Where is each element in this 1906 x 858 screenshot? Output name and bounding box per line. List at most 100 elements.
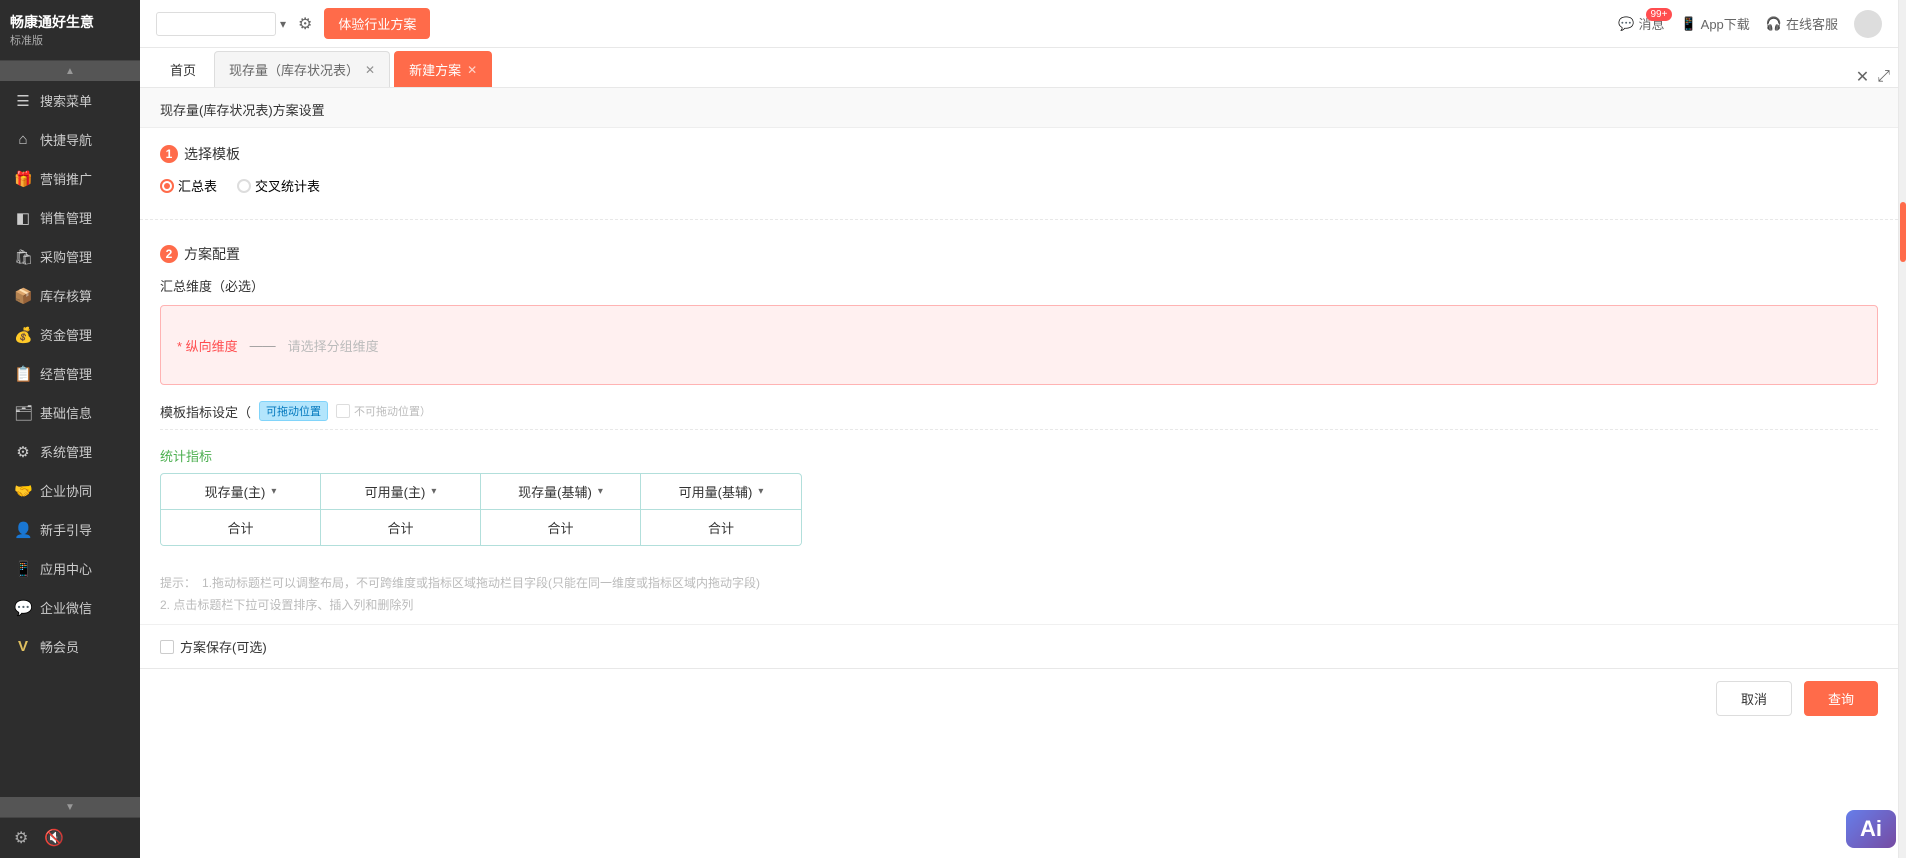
search-dropdown[interactable]: ▾ — [280, 17, 286, 31]
radio-crosstab-circle — [237, 179, 251, 193]
sidebar-item-purchase[interactable]: 🛍 采购管理 — [0, 237, 140, 276]
sidebar-item-label: 系统管理 — [40, 442, 92, 461]
sidebar-item-quick-nav[interactable]: ⌂ 快捷导航 — [0, 120, 140, 159]
save-plan-checkbox[interactable] — [160, 640, 174, 654]
no-drag-icon — [336, 404, 350, 418]
page-title: 现存量(库存状况表)方案设置 — [160, 103, 325, 118]
col4-dropdown-icon[interactable]: ▾ — [758, 486, 763, 497]
sidebar-item-newuser[interactable]: 👤 新手引导 — [0, 510, 140, 549]
sidebar: 畅康通好生意 标准版 ▲ ☰ 搜索菜单 ⌂ 快捷导航 🎁 营销推广 ◧ 销售管理… — [0, 0, 140, 858]
sidebar-scroll-up[interactable]: ▲ — [0, 61, 140, 81]
sidebar-item-search-menu[interactable]: ☰ 搜索菜单 — [0, 81, 140, 120]
sidebar-item-sales[interactable]: ◧ 销售管理 — [0, 198, 140, 237]
app-download-btn[interactable]: 📱 App下载 — [1680, 14, 1749, 33]
tab-inventory-status[interactable]: 现存量（库存状况表） ✕ — [214, 51, 390, 87]
settings-icon[interactable]: ⚙ — [14, 828, 28, 848]
right-scroll-thumb[interactable] — [1900, 202, 1906, 262]
close-icon[interactable]: ✕ — [1856, 67, 1869, 87]
step1-title: 1 选择模板 — [160, 144, 1878, 164]
stats-header-col3[interactable]: 现存量(基辅) ▾ — [481, 474, 641, 509]
gear-icon[interactable]: ⚙ — [298, 14, 312, 34]
sidebar-nav: ☰ 搜索菜单 ⌂ 快捷导航 🎁 营销推广 ◧ 销售管理 🛍 采购管理 📦 库存核… — [0, 81, 140, 797]
col1-dropdown-icon[interactable]: ▾ — [271, 486, 276, 497]
tip-line2: 2. 点击标题栏下拉可设置排序、插入列和删除列 — [160, 595, 1878, 617]
tips-section: 提示： 1.拖动标题栏可以调整布局，不可跨维度或指标区域拖动栏目字段(只能在同一… — [140, 565, 1898, 624]
query-button[interactable]: 查询 — [1804, 681, 1878, 716]
tab-new-plan[interactable]: 新建方案 ✕ — [394, 51, 492, 87]
sidebar-item-label: 销售管理 — [40, 208, 92, 227]
col3-label: 现存量(基辅) — [518, 482, 592, 501]
col2-label: 可用量(主) — [365, 482, 426, 501]
stats-header-col2[interactable]: 可用量(主) ▾ — [321, 474, 481, 509]
search-input[interactable] — [156, 12, 276, 36]
tab-inventory-close[interactable]: ✕ — [365, 63, 375, 77]
industry-btn[interactable]: 体验行业方案 — [324, 8, 430, 39]
divider2 — [160, 429, 1878, 430]
sidebar-item-marketing[interactable]: 🎁 营销推广 — [0, 159, 140, 198]
sidebar-item-basic-info[interactable]: 🗂 基础信息 — [0, 393, 140, 432]
sidebar-item-inventory[interactable]: 📦 库存核算 — [0, 276, 140, 315]
stats-body-row: 合计 合计 合计 合计 — [161, 509, 801, 545]
app-download-label: App下载 — [1701, 14, 1750, 33]
mute-icon[interactable]: 🔇 — [44, 828, 64, 848]
step1-label: 选择模板 — [184, 144, 240, 164]
stats-section-label: 统计指标 — [160, 446, 1878, 465]
radio-crosstab[interactable]: 交叉统计表 — [237, 176, 320, 195]
cancel-button[interactable]: 取消 — [1716, 681, 1792, 716]
pink-box: * 纵向维度 —— 请选择分组维度 — [160, 305, 1878, 385]
finance-icon: 💰 — [14, 326, 32, 344]
stats-table: 现存量(主) ▾ 可用量(主) ▾ 现存量(基辅) ▾ 可用量(基辅) ▾ — [160, 473, 802, 546]
service-icon: 🎧 — [1766, 16, 1782, 32]
sidebar-item-label: 搜索菜单 — [40, 91, 92, 110]
message-btn[interactable]: 💬 消息 99+ — [1618, 14, 1664, 33]
col3-dropdown-icon[interactable]: ▾ — [598, 486, 603, 497]
right-scrollbar[interactable] — [1898, 0, 1906, 858]
app-logo: 畅康通好生意 标准版 — [0, 0, 140, 61]
tab-new-plan-close[interactable]: ✕ — [467, 63, 477, 77]
stats-header-col1[interactable]: 现存量(主) ▾ — [161, 474, 321, 509]
step2-section: 2 方案配置 汇总维度（必选） * 纵向维度 —— 请选择分组维度 模板指标设定… — [140, 236, 1898, 565]
sidebar-item-biz[interactable]: 📋 经营管理 — [0, 354, 140, 393]
sidebar-item-label: 企业微信 — [40, 598, 92, 617]
sidebar-item-appcenter[interactable]: 📱 应用中心 — [0, 549, 140, 588]
tab-inventory-label: 现存量（库存状况表） — [229, 60, 359, 79]
step1-badge: 1 — [160, 145, 178, 163]
marketing-icon: 🎁 — [14, 170, 32, 188]
sidebar-item-label: 快捷导航 — [40, 130, 92, 149]
sidebar-item-label: 营销推广 — [40, 169, 92, 188]
tab-home[interactable]: 首页 — [156, 52, 210, 87]
divider1 — [140, 219, 1898, 220]
expand-icon[interactable]: ⤢ — [1877, 68, 1890, 86]
message-badge: 99+ — [1646, 8, 1673, 21]
download-icon: 📱 — [1680, 16, 1696, 32]
online-service-btn[interactable]: 🎧 在线客服 — [1766, 14, 1838, 33]
radio-summary[interactable]: 汇总表 — [160, 176, 217, 195]
member-icon: V — [14, 638, 32, 655]
col4-label: 可用量(基辅) — [679, 482, 753, 501]
sidebar-item-member[interactable]: V 畅会员 — [0, 627, 140, 666]
tip1-text: 1.拖动标题栏可以调整布局，不可跨维度或指标区域拖动栏目字段(只能在同一维度或指… — [202, 573, 760, 595]
basic-info-icon: 🗂 — [14, 404, 32, 422]
vertical-dim-label: * 纵向维度 — [177, 336, 238, 355]
appcenter-icon: 📱 — [14, 560, 32, 578]
step2-title: 2 方案配置 — [160, 244, 1878, 264]
sidebar-scroll-down[interactable]: ▼ — [0, 797, 140, 817]
sidebar-item-corp[interactable]: 🤝 企业协同 — [0, 471, 140, 510]
stats-body-col3: 合计 — [481, 509, 641, 545]
sidebar-item-finance[interactable]: 💰 资金管理 — [0, 315, 140, 354]
user-area[interactable] — [1854, 10, 1882, 38]
step1-section: 1 选择模板 汇总表 交叉统计表 — [140, 128, 1898, 211]
sidebar-item-corpwechat[interactable]: 💬 企业微信 — [0, 588, 140, 627]
drag-label: 可拖动位置 — [259, 401, 328, 421]
save-plan-checkbox-label[interactable]: 方案保存(可选) — [160, 637, 267, 656]
save-plan-label: 方案保存(可选) — [180, 637, 267, 656]
sidebar-item-label: 经营管理 — [40, 364, 92, 383]
ai-badge[interactable]: Ai — [1846, 810, 1896, 848]
stats-header-col4[interactable]: 可用量(基辅) ▾ — [641, 474, 801, 509]
sidebar-item-label: 新手引导 — [40, 520, 92, 539]
vertical-dim-row: * 纵向维度 —— 请选择分组维度 — [177, 336, 379, 355]
col2-dropdown-icon[interactable]: ▾ — [431, 486, 436, 497]
sidebar-item-sys[interactable]: ⚙ 系统管理 — [0, 432, 140, 471]
indicator-settings-label: 模板指标设定（ 可拖动位置 不可拖动位置） — [160, 401, 1878, 421]
sidebar-item-label: 企业协同 — [40, 481, 92, 500]
